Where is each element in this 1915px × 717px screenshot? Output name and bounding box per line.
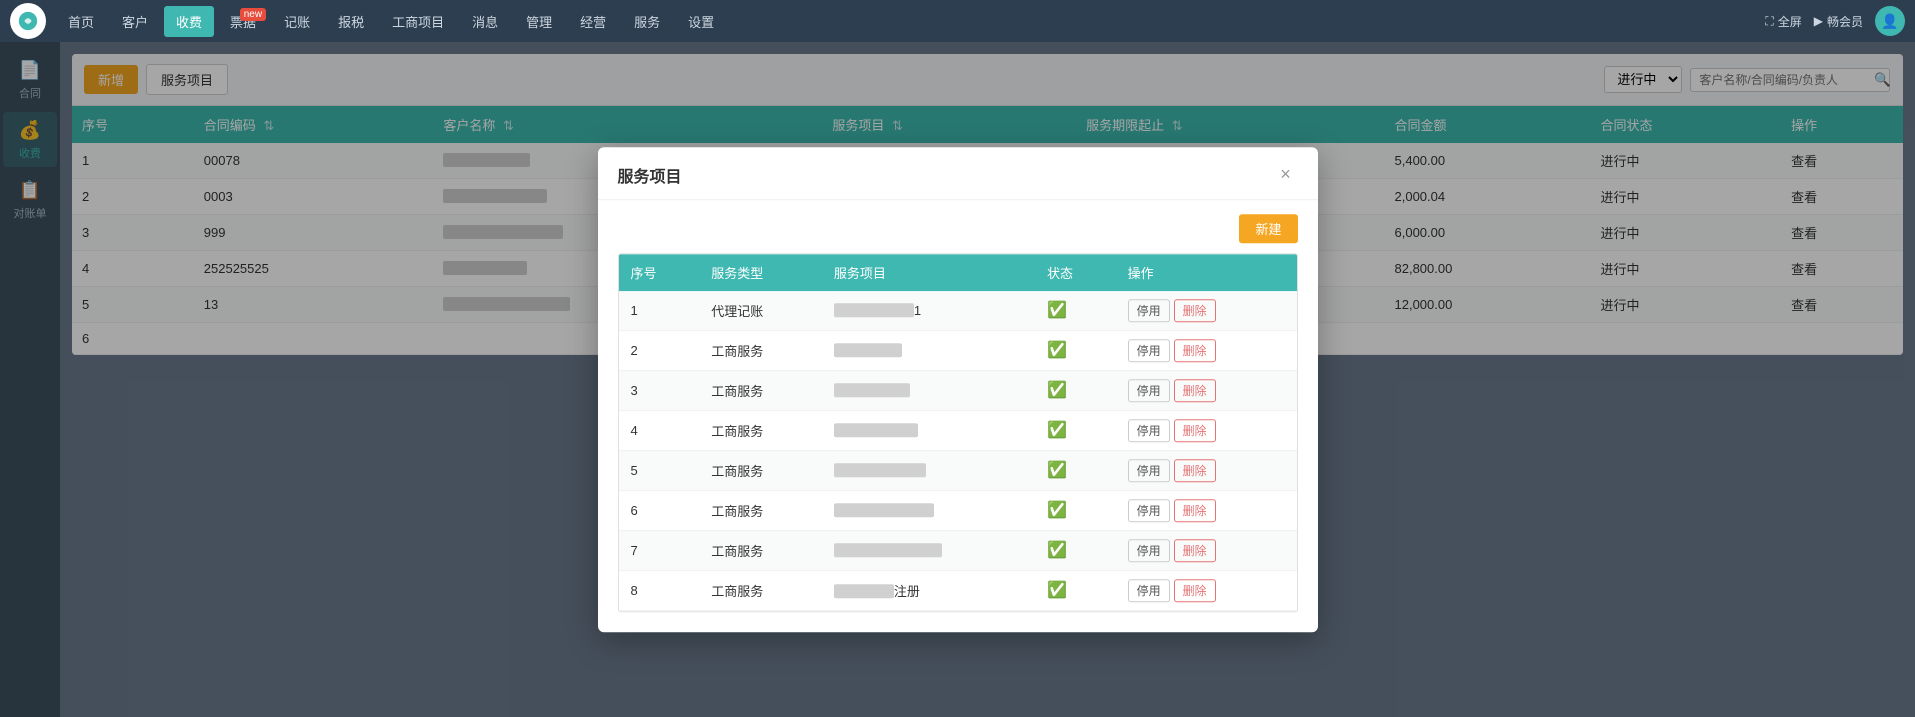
nav-badge-new: new <box>240 8 266 21</box>
nav-item-service[interactable]: 服务 <box>622 6 672 37</box>
nav-item-bookkeeping[interactable]: 记账 <box>272 6 322 37</box>
nav-item-fee[interactable]: 收费 <box>164 6 214 37</box>
member-button[interactable]: ▶ 畅会员 <box>1814 13 1863 30</box>
fullscreen-icon: ⛶ <box>1765 14 1773 29</box>
top-nav-right: ⛶ 全屏 ▶ 畅会员 👤 <box>1765 6 1905 36</box>
overlay[interactable] <box>60 42 1915 717</box>
nav-item-business[interactable]: 工商项目 <box>380 6 456 37</box>
nav-item-customer[interactable]: 客户 <box>110 6 160 37</box>
nav-items: 首页 客户 收费 票据 new 记账 报税 工商项目 消息 管理 经营 服务 设… <box>56 6 1765 37</box>
app-logo <box>10 3 46 39</box>
user-avatar[interactable]: 👤 <box>1875 6 1905 36</box>
nav-item-settings[interactable]: 设置 <box>676 6 726 37</box>
member-icon: ▶ <box>1814 14 1823 28</box>
main-content: 新增 服务项目 进行中 已完成 全部 🔍 <box>60 42 1915 717</box>
modal-container: 服务项目 × 新建 序号 服务类型 服务项目 <box>60 42 1915 717</box>
nav-item-home[interactable]: 首页 <box>56 6 106 37</box>
fullscreen-button[interactable]: ⛶ 全屏 <box>1765 13 1801 30</box>
top-nav: 首页 客户 收费 票据 new 记账 报税 工商项目 消息 管理 经营 服务 设… <box>0 0 1915 42</box>
main-layout: 📄 合同 💰 收费 📋 对账单 新增 服务项目 进行中 已完成 全部 <box>0 42 1915 717</box>
nav-item-operation[interactable]: 经营 <box>568 6 618 37</box>
nav-item-tax[interactable]: 报税 <box>326 6 376 37</box>
nav-item-message[interactable]: 消息 <box>460 6 510 37</box>
avatar-icon: 👤 <box>1881 13 1898 30</box>
nav-item-manage[interactable]: 管理 <box>514 6 564 37</box>
nav-item-invoice[interactable]: 票据 new <box>218 6 268 37</box>
